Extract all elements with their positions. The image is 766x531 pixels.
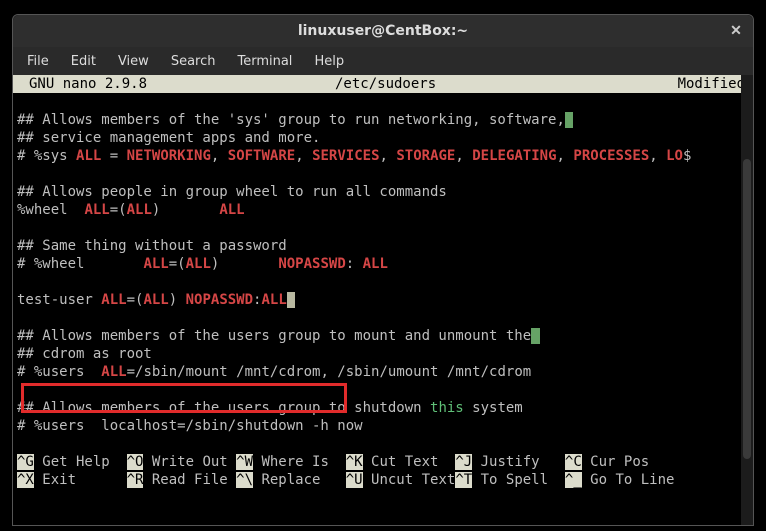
scrollbar-track[interactable] — [741, 75, 753, 525]
key-goto-line[interactable]: ^_ — [565, 472, 582, 488]
editor-content[interactable]: ## Allows members of the 'sys' group to … — [13, 93, 753, 453]
key-uncut-text[interactable]: ^U — [346, 472, 363, 488]
menu-edit[interactable]: Edit — [61, 50, 106, 73]
key-write-out[interactable]: ^O — [127, 454, 144, 470]
key-get-help[interactable]: ^G — [17, 454, 34, 470]
menu-view[interactable]: View — [108, 50, 159, 73]
terminal-body[interactable]: GNU nano 2.9.8 /etc/sudoers Modified ## … — [13, 75, 753, 525]
nano-filename: /etc/sudoers — [335, 75, 641, 93]
key-to-spell[interactable]: ^T — [455, 472, 472, 488]
key-replace[interactable]: ^\ — [236, 472, 253, 488]
key-justify[interactable]: ^J — [455, 454, 472, 470]
key-where-is[interactable]: ^W — [236, 454, 253, 470]
menu-bar: File Edit View Search Terminal Help — [13, 47, 753, 75]
key-cur-pos[interactable]: ^C — [565, 454, 582, 470]
window-title: linuxuser@CentBox:~ — [21, 23, 745, 39]
menu-help[interactable]: Help — [304, 50, 354, 73]
menu-search[interactable]: Search — [161, 50, 226, 73]
menu-terminal[interactable]: Terminal — [227, 50, 302, 73]
terminal-window: linuxuser@CentBox:~ ✕ File Edit View Sea… — [12, 14, 754, 526]
nano-shortcuts: ^G Get Help ^O Write Out ^W Where Is ^K … — [13, 453, 753, 489]
title-bar[interactable]: linuxuser@CentBox:~ ✕ — [13, 15, 753, 47]
key-exit[interactable]: ^X — [17, 472, 34, 488]
key-read-file[interactable]: ^R — [127, 472, 144, 488]
menu-file[interactable]: File — [17, 50, 59, 73]
nano-modified: Modified — [641, 75, 751, 93]
nano-status-bar: GNU nano 2.9.8 /etc/sudoers Modified — [13, 75, 753, 93]
cursor-icon — [287, 292, 295, 308]
scrollbar-thumb[interactable] — [743, 159, 751, 459]
nano-version: GNU nano 2.9.8 — [15, 75, 335, 93]
key-cut-text[interactable]: ^K — [346, 454, 363, 470]
cursor-marker-icon — [531, 328, 539, 344]
cursor-marker-icon — [565, 112, 573, 128]
close-icon[interactable]: ✕ — [727, 21, 745, 39]
